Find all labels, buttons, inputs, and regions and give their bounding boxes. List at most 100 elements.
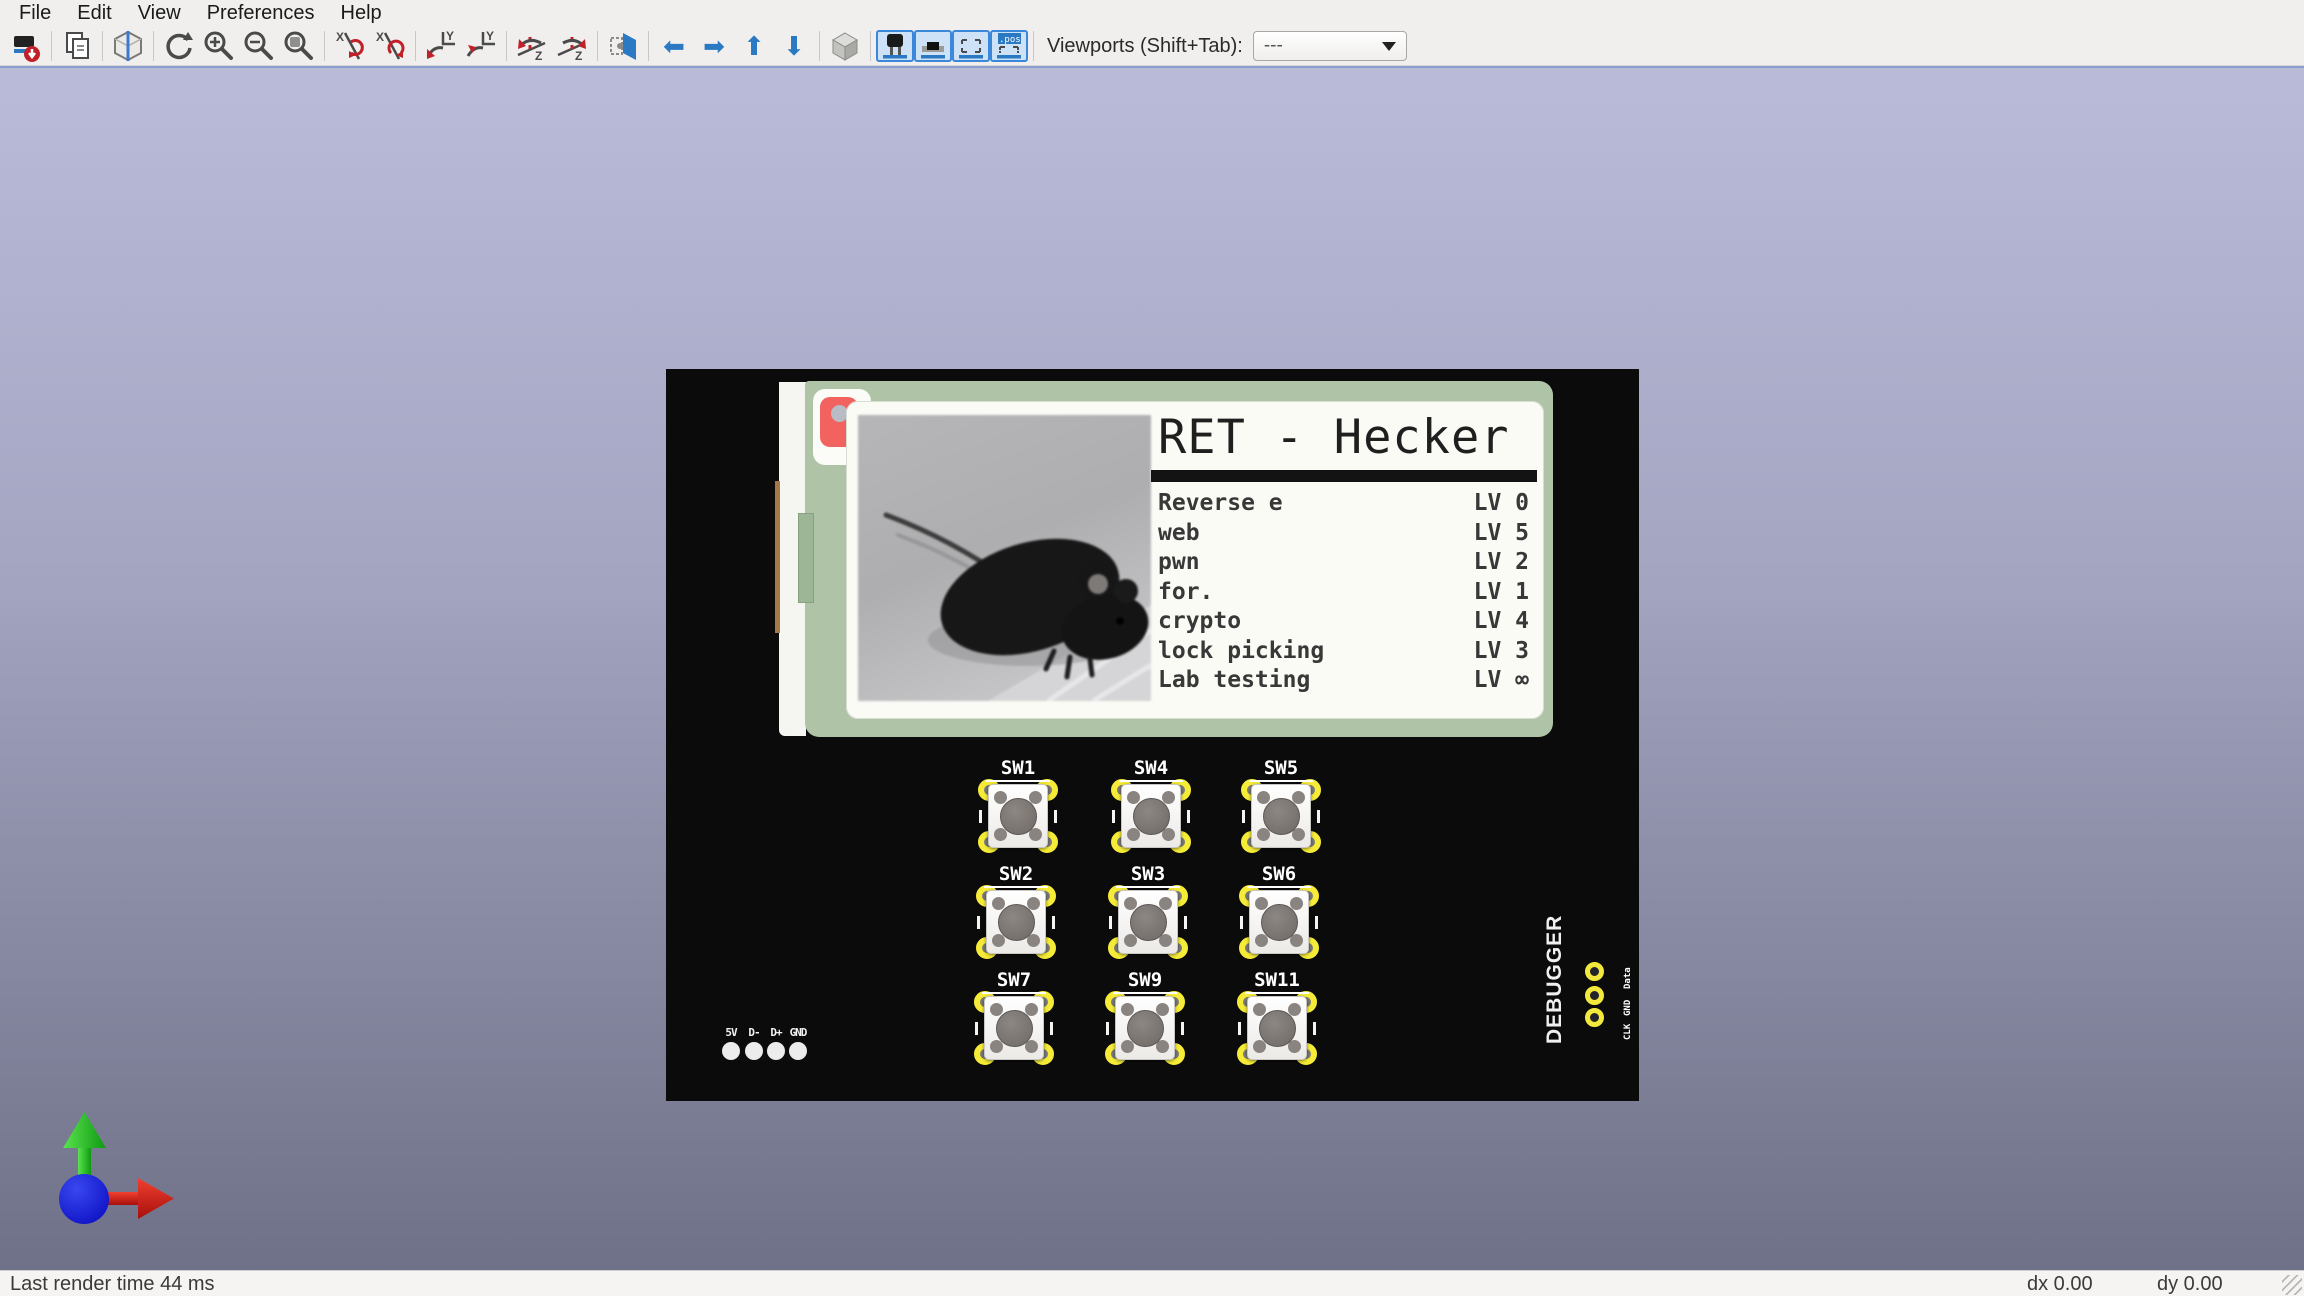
- switch-body: [1251, 784, 1311, 848]
- move-left-icon[interactable]: ⬅: [654, 29, 694, 63]
- silkscreen-tick: [1109, 916, 1112, 929]
- switch-body: [1118, 890, 1178, 954]
- switch-label: SW3: [1110, 863, 1186, 888]
- silkscreen-tick: [1112, 810, 1115, 823]
- viewports-dropdown[interactable]: ---: [1252, 31, 1407, 61]
- usb-pad-hole: [745, 1042, 763, 1060]
- debugger-pad: [1585, 1008, 1604, 1027]
- x-axis-arrow: [138, 1178, 174, 1219]
- kicad-3d-viewer-window: File Edit View Preferences Help X X Y Y …: [0, 0, 2304, 1296]
- move-down-icon[interactable]: ⬇: [774, 29, 814, 63]
- switch-sw4: SW4: [1111, 757, 1191, 853]
- switch-label: SW9: [1107, 969, 1183, 994]
- usb-pad-label: GND: [789, 1026, 808, 1039]
- skill-row: for. LV 1: [1158, 578, 1529, 608]
- orthographic-projection-icon[interactable]: [825, 29, 865, 63]
- zoom-out-icon[interactable]: [239, 29, 279, 63]
- svg-text:X: X: [376, 30, 384, 44]
- resize-grip[interactable]: [2282, 1275, 2302, 1295]
- skill-level: LV 4: [1473, 608, 1529, 634]
- silkscreen-tick: [1054, 810, 1057, 823]
- menu-view[interactable]: View: [125, 0, 194, 27]
- skill-level: LV 2: [1473, 549, 1529, 575]
- rotate-x-ccw-icon[interactable]: X: [370, 29, 410, 63]
- skill-name: pwn: [1158, 549, 1200, 575]
- switch-body: [986, 890, 1046, 954]
- render-time-status: Last render time 44 ms: [10, 1273, 215, 1295]
- rotate-z-cw-icon[interactable]: Z: [512, 29, 552, 63]
- toolbar-separator: [597, 31, 598, 61]
- switch-body: [988, 784, 1048, 848]
- zoom-fit-icon[interactable]: [279, 29, 319, 63]
- switch-body: [1115, 996, 1175, 1060]
- debugger-pin-label: Data: [1623, 967, 1633, 989]
- toolbar-separator: [819, 31, 820, 61]
- menu-file[interactable]: File: [6, 0, 64, 27]
- skill-row: crypto LV 4: [1158, 607, 1529, 637]
- rotate-z-ccw-icon[interactable]: Z: [552, 29, 592, 63]
- switch-plunger: [1132, 797, 1170, 835]
- render-options-icon[interactable]: [108, 29, 148, 63]
- skill-name: Reverse e: [1158, 490, 1283, 516]
- switch-plunger: [995, 1009, 1033, 1047]
- switch-label: SW4: [1113, 757, 1189, 782]
- skill-level: LV 5: [1473, 519, 1529, 546]
- silkscreen-tick: [1050, 1022, 1053, 1035]
- toolbar-separator: [153, 31, 154, 61]
- svg-text:Z: Z: [575, 49, 582, 63]
- eink-title: RET - Hecker: [1158, 410, 1510, 465]
- usb-pad-hole: [722, 1042, 740, 1060]
- switch-label: SW6: [1241, 863, 1317, 888]
- flip-board-icon[interactable]: [603, 29, 643, 63]
- main-toolbar: X X Y Y Z Z ⬅ ➡ ⬆ ⬇ .pos Viewports (Shif…: [0, 27, 2304, 66]
- viewports-dropdown-value: ---: [1263, 35, 1283, 56]
- skill-name: lock picking: [1158, 637, 1325, 664]
- silkscreen-tick: [979, 810, 982, 823]
- viewport-3d-canvas[interactable]: RET - Hecker Reverse e LV 0 web LV 5 pwn LV…: [0, 66, 2304, 1270]
- switch-sw9: SW9: [1105, 969, 1185, 1065]
- switch-plunger: [1126, 1009, 1164, 1047]
- skill-level: LV ∞: [1473, 667, 1529, 693]
- pcb-board: RET - Hecker Reverse e LV 0 web LV 5 pwn LV…: [666, 369, 1639, 1101]
- move-right-icon[interactable]: ➡: [694, 29, 734, 63]
- show-tht-models-icon[interactable]: [876, 30, 914, 62]
- switch-sw1: SW1: [978, 757, 1058, 853]
- show-pos-models-icon[interactable]: .pos: [990, 30, 1028, 62]
- skill-name: for.: [1158, 578, 1214, 605]
- show-smd-models-icon[interactable]: [914, 30, 952, 62]
- svg-text:Z: Z: [535, 49, 542, 63]
- rotate-x-cw-icon[interactable]: X: [330, 29, 370, 63]
- switch-label: SW2: [978, 863, 1054, 888]
- toolbar-separator: [870, 31, 871, 61]
- reload-board-icon[interactable]: [6, 29, 46, 63]
- switch-plunger: [1262, 797, 1300, 835]
- copy-image-icon[interactable]: [57, 29, 97, 63]
- toolbar-separator: [324, 31, 325, 61]
- menu-preferences[interactable]: Preferences: [194, 0, 328, 27]
- silkscreen-tick: [1052, 916, 1055, 929]
- rotate-y-cw-icon[interactable]: Y: [421, 29, 461, 63]
- move-up-icon[interactable]: ⬆: [734, 29, 774, 63]
- switch-body: [1247, 996, 1307, 1060]
- skill-row: lock picking LV 3: [1158, 637, 1529, 667]
- status-bar: Last render time 44 ms dx 0.00 dy 0.00: [0, 1270, 2304, 1296]
- silkscreen-tick: [975, 1022, 978, 1035]
- silkscreen-tick: [1106, 1022, 1109, 1035]
- refresh-view-icon[interactable]: [159, 29, 199, 63]
- skill-level: LV 3: [1473, 637, 1529, 664]
- switch-sw11: SW11: [1237, 969, 1317, 1065]
- toolbar-separator: [648, 31, 649, 61]
- switch-body: [1121, 784, 1181, 848]
- show-virtual-models-icon[interactable]: [952, 30, 990, 62]
- switch-plunger: [999, 797, 1037, 835]
- zoom-in-icon[interactable]: [199, 29, 239, 63]
- menu-edit[interactable]: Edit: [64, 0, 124, 27]
- silkscreen-tick: [1317, 810, 1320, 823]
- menu-help[interactable]: Help: [328, 0, 395, 27]
- viewports-label: Viewports (Shift+Tab):: [1047, 34, 1243, 57]
- dy-readout: dy 0.00: [2157, 1273, 2223, 1295]
- rotate-y-ccw-icon[interactable]: Y: [461, 29, 501, 63]
- silkscreen-tick: [1238, 1022, 1241, 1035]
- display-module-pcb: RET - Hecker Reverse e LV 0 web LV 5 pwn LV…: [798, 381, 1553, 737]
- dx-readout: dx 0.00: [2027, 1273, 2093, 1295]
